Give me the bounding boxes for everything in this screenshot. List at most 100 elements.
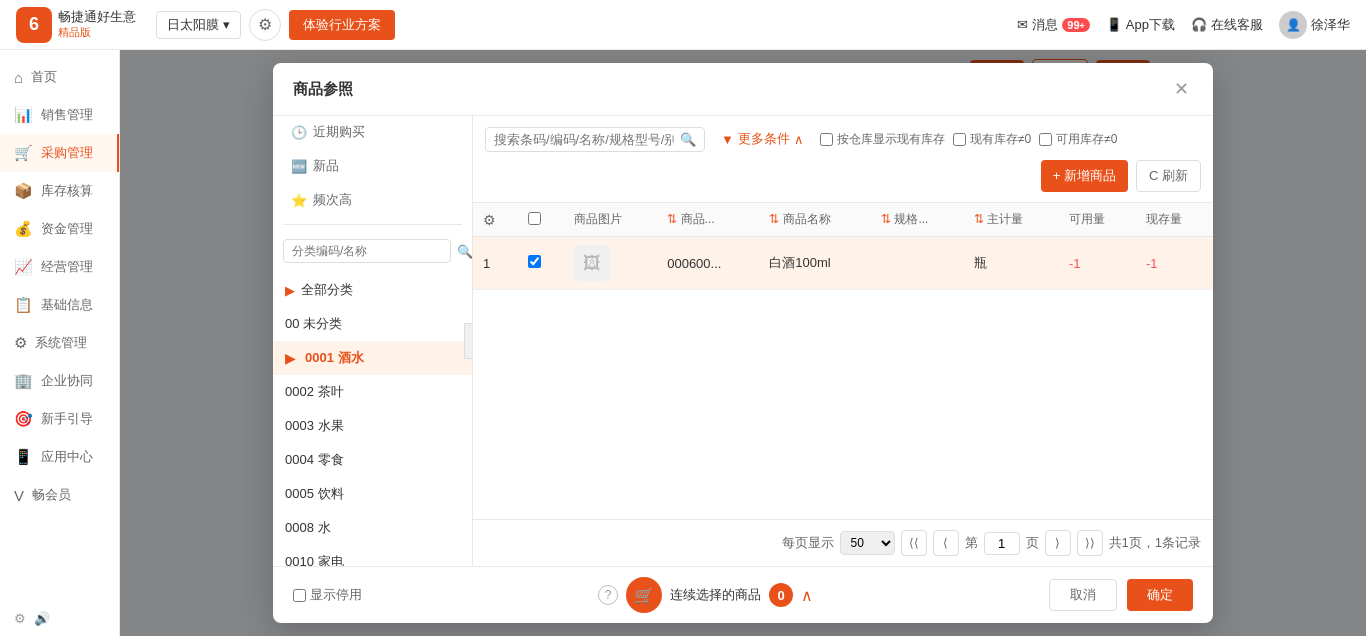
quick-select-recent[interactable]: 🕒 近期购买 bbox=[283, 116, 462, 148]
sort-icon-unit: ⇅ bbox=[974, 212, 984, 226]
settings-icon[interactable]: ⚙ bbox=[249, 9, 281, 41]
right-panel: 🔍 ▼ 更多条件 ∧ 按仓库显示现有库存 bbox=[473, 116, 1213, 566]
row-name: 白酒100ml bbox=[759, 237, 871, 290]
star-icon: ⭐ bbox=[291, 193, 307, 208]
sidebar-item-sales[interactable]: 📊 销售管理 bbox=[0, 96, 119, 134]
th-checkbox bbox=[518, 203, 563, 237]
nav-selector[interactable]: 日太阳膜 ▾ bbox=[156, 11, 241, 39]
next-page-button[interactable]: ⟩ bbox=[1045, 530, 1071, 556]
sidebar-item-basic[interactable]: 📋 基础信息 bbox=[0, 286, 119, 324]
prev-page-button[interactable]: ⟨ bbox=[933, 530, 959, 556]
product-modal: 商品参照 ✕ 🕒 近期购买 🆕 bbox=[273, 63, 1213, 623]
cat-item-00[interactable]: 00 未分类 bbox=[273, 307, 472, 341]
row-num: 1 bbox=[473, 237, 518, 290]
sidebar-item-member[interactable]: V 畅会员 bbox=[0, 476, 119, 514]
sidebar-item-system[interactable]: ⚙ 系统管理 bbox=[0, 324, 119, 362]
content-area: 查询 设置 刷新 商品参照 ✕ 🕒 bbox=[120, 50, 1366, 636]
gear-icon: ⚙ bbox=[483, 212, 496, 228]
checkbox-show-stock-input[interactable] bbox=[820, 133, 833, 146]
sales-icon: 📊 bbox=[14, 106, 33, 124]
checkbox-stock-nonzero[interactable]: 现有库存≠0 bbox=[953, 131, 1031, 148]
more-filter-button[interactable]: ▼ 更多条件 ∧ bbox=[713, 126, 812, 152]
finance-icon: 💰 bbox=[14, 220, 33, 238]
page-input[interactable] bbox=[984, 532, 1020, 555]
modal-title: 商品参照 bbox=[293, 80, 353, 99]
th-name[interactable]: ⇅ 商品名称 bbox=[759, 203, 871, 237]
product-search-input[interactable] bbox=[494, 132, 674, 147]
sort-icon-spec: ⇅ bbox=[881, 212, 891, 226]
checkbox-show-stock[interactable]: 按仓库显示现有库存 bbox=[820, 131, 945, 148]
th-settings[interactable]: ⚙ bbox=[473, 203, 518, 237]
cat-item-0008[interactable]: 0008 水 bbox=[273, 511, 472, 545]
sidebar-item-operations[interactable]: 📈 经营管理 bbox=[0, 248, 119, 286]
sidebar-item-apps[interactable]: 📱 应用中心 bbox=[0, 438, 119, 476]
chevron-down-icon: ▾ bbox=[223, 17, 230, 32]
page-size-select[interactable]: 50 20 100 bbox=[840, 531, 895, 555]
collapse-panel-button[interactable]: 《 bbox=[464, 323, 473, 359]
sidebar-item-purchase[interactable]: 🛒 采购管理 bbox=[0, 134, 119, 172]
search-btn-icon[interactable]: 🔍 bbox=[680, 132, 696, 147]
chevron-up-icon: ∧ bbox=[794, 132, 804, 147]
modal-header: 商品参照 ✕ bbox=[273, 63, 1213, 116]
select-all-checkbox[interactable] bbox=[528, 212, 541, 225]
top-nav: 6 畅捷通好生意 精品版 日太阳膜 ▾ ⚙ 体验行业方案 ✉ 消息 99+ 📱 … bbox=[0, 0, 1366, 50]
cat-arrow-0001: ▶ bbox=[285, 351, 295, 366]
cat-item-all[interactable]: ▶ 全部分类 bbox=[273, 273, 472, 307]
search-icon[interactable]: 🔍 bbox=[457, 244, 473, 259]
sidebar-item-inventory[interactable]: 📦 库存核算 bbox=[0, 172, 119, 210]
checkbox-available-nonzero-input[interactable] bbox=[1039, 133, 1052, 146]
logo-icon: 6 bbox=[16, 7, 52, 43]
row-unit: 瓶 bbox=[964, 237, 1059, 290]
user-nav-item[interactable]: 👤 徐泽华 bbox=[1279, 11, 1350, 39]
add-product-button[interactable]: + 新增商品 bbox=[1041, 160, 1128, 192]
product-table: ⚙ 商品图片 ⇅ 商品... ⇅ bbox=[473, 203, 1213, 290]
help-icon[interactable]: ? bbox=[598, 585, 618, 605]
last-page-button[interactable]: ⟩⟩ bbox=[1077, 530, 1103, 556]
cat-item-0010[interactable]: 0010 家电 bbox=[273, 545, 472, 566]
messages-nav-item[interactable]: ✉ 消息 99+ bbox=[1017, 16, 1090, 34]
first-page-button[interactable]: ⟨⟨ bbox=[901, 530, 927, 556]
search-input-wrap: 🔍 bbox=[485, 127, 705, 152]
footer-right: 取消 确定 bbox=[1049, 579, 1193, 611]
confirm-button[interactable]: 确定 bbox=[1127, 579, 1193, 611]
cat-item-0005[interactable]: 0005 饮料 bbox=[273, 477, 472, 511]
category-panel: 🕒 近期购买 🆕 新品 ⭐ 频次高 bbox=[273, 116, 473, 566]
sidebar-item-finance[interactable]: 💰 资金管理 bbox=[0, 210, 119, 248]
experience-button[interactable]: 体验行业方案 bbox=[289, 10, 395, 40]
th-code[interactable]: ⇅ 商品... bbox=[657, 203, 759, 237]
modal-close-button[interactable]: ✕ bbox=[1169, 77, 1193, 101]
cart-collapse-button[interactable]: ∧ bbox=[801, 586, 813, 605]
show-disabled-checkbox[interactable]: 显示停用 bbox=[293, 586, 362, 604]
enterprise-icon: 🏢 bbox=[14, 372, 33, 390]
category-search-wrap: 🔍 bbox=[273, 233, 472, 269]
main-layout: ⌂ 首页 📊 销售管理 🛒 采购管理 📦 库存核算 💰 资金管理 📈 经营管理 … bbox=[0, 50, 1366, 636]
cat-item-0001[interactable]: ▶ 0001 酒水 bbox=[273, 341, 472, 375]
product-image: 🖼 bbox=[574, 245, 610, 281]
cat-item-0003[interactable]: 0003 水果 bbox=[273, 409, 472, 443]
cat-item-0002[interactable]: 0002 茶叶 bbox=[273, 375, 472, 409]
avatar: 👤 bbox=[1279, 11, 1307, 39]
online-service-nav-item[interactable]: 🎧 在线客服 bbox=[1191, 16, 1263, 34]
checkbox-stock-nonzero-input[interactable] bbox=[953, 133, 966, 146]
checkbox-available-nonzero[interactable]: 可用库存≠0 bbox=[1039, 131, 1117, 148]
category-search-input[interactable] bbox=[283, 239, 451, 263]
sound-icon[interactable]: 🔊 bbox=[34, 611, 50, 626]
sidebar-item-enterprise[interactable]: 🏢 企业协同 bbox=[0, 362, 119, 400]
sidebar-item-home[interactable]: ⌂ 首页 bbox=[0, 58, 119, 96]
cancel-button[interactable]: 取消 bbox=[1049, 579, 1117, 611]
refresh-button[interactable]: C 刷新 bbox=[1136, 160, 1201, 192]
quick-select-frequent[interactable]: ⭐ 频次高 bbox=[283, 184, 462, 216]
table-row[interactable]: 1 🖼 000600... 白酒100ml 瓶 bbox=[473, 237, 1213, 290]
phone-icon: 📱 bbox=[1106, 17, 1122, 32]
show-disabled-input[interactable] bbox=[293, 589, 306, 602]
row-select-checkbox[interactable] bbox=[528, 255, 541, 268]
cart-icon[interactable]: 🛒 bbox=[626, 577, 662, 613]
th-unit[interactable]: ⇅ 主计量 bbox=[964, 203, 1059, 237]
cat-arrow-all: ▶ bbox=[285, 283, 295, 298]
th-spec[interactable]: ⇅ 规格... bbox=[871, 203, 964, 237]
sidebar-item-newbie[interactable]: 🎯 新手引导 bbox=[0, 400, 119, 438]
app-download-nav-item[interactable]: 📱 App下载 bbox=[1106, 16, 1175, 34]
quick-select-new[interactable]: 🆕 新品 bbox=[283, 150, 462, 182]
cat-item-0004[interactable]: 0004 零食 bbox=[273, 443, 472, 477]
settings-bottom-icon[interactable]: ⚙ bbox=[14, 611, 26, 626]
